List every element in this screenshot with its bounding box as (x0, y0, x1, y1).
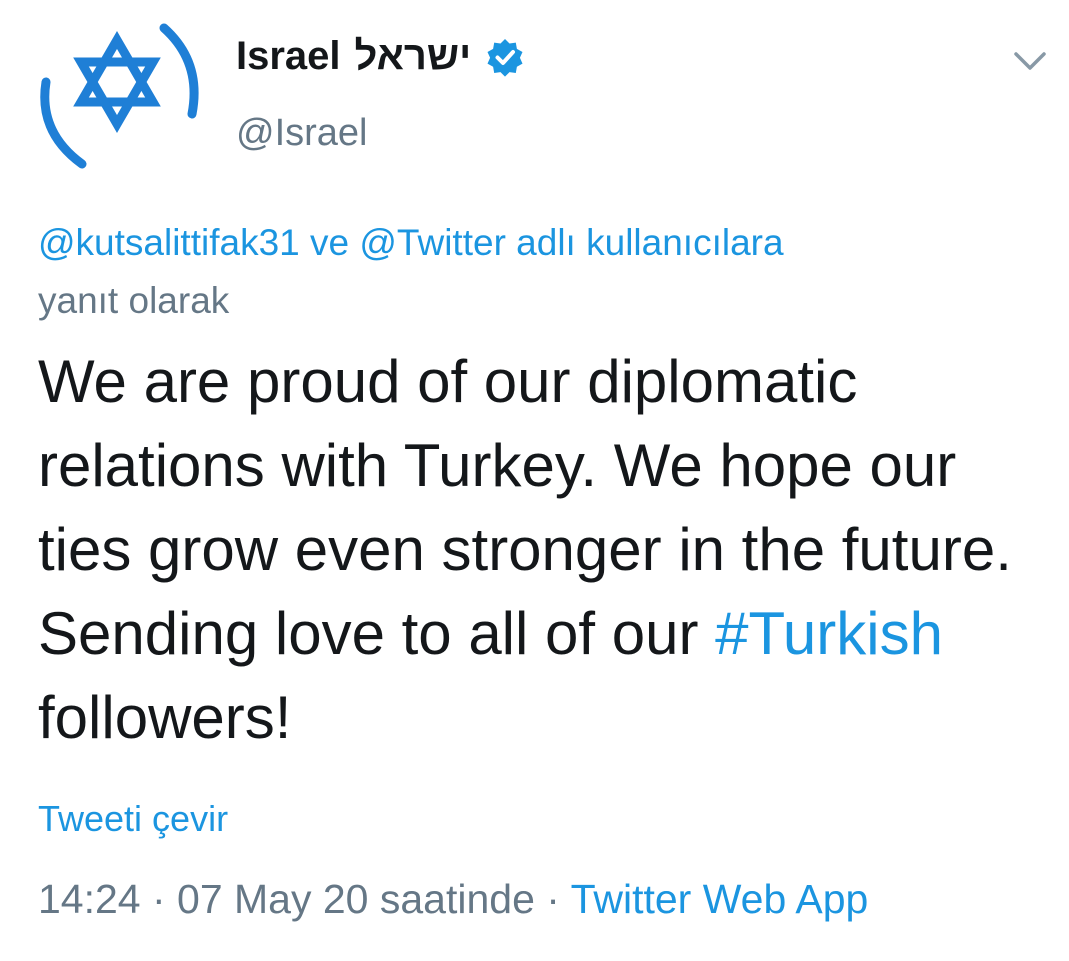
meta-separator: · (534, 876, 571, 922)
display-name[interactable]: Israel (236, 34, 341, 79)
display-name-hebrew[interactable]: ישראל (355, 34, 472, 79)
tweet-text-part: followers! (38, 684, 292, 751)
translate-tweet-link[interactable]: Tweeti çevir (38, 798, 228, 840)
display-name-row[interactable]: Israel ישראל (236, 34, 525, 79)
reply-suffix: adlı kullanıcılara (505, 222, 784, 263)
timestamp[interactable]: 14:24 · 07 May 20 saatinde (38, 876, 535, 922)
star-of-david-icon (73, 31, 161, 133)
avatar-arc-right (159, 23, 199, 119)
user-handle[interactable]: @Israel (236, 112, 368, 155)
tweet-source-link[interactable]: Twitter Web App (571, 876, 869, 922)
reply-context: @kutsalittifak31 ve @Twitter adlı kullan… (38, 214, 1038, 330)
verified-badge-icon (487, 38, 523, 77)
tweet-meta: 14:24 · 07 May 20 saatinde · Twitter Web… (38, 876, 868, 923)
avatar-arc-left (40, 77, 87, 169)
tweet-text: We are proud of our diplomatic relations… (38, 340, 1048, 760)
reply-user-link[interactable]: @kutsalittifak31 (38, 222, 300, 263)
reply-label: yanıt olarak (38, 280, 230, 321)
reply-connector: ve (299, 222, 360, 263)
chevron-down-icon[interactable] (1010, 40, 1050, 80)
reply-user-link[interactable]: @Twitter (359, 222, 506, 263)
avatar[interactable] (34, 22, 200, 172)
hashtag-link[interactable]: #Turkish (715, 600, 943, 667)
